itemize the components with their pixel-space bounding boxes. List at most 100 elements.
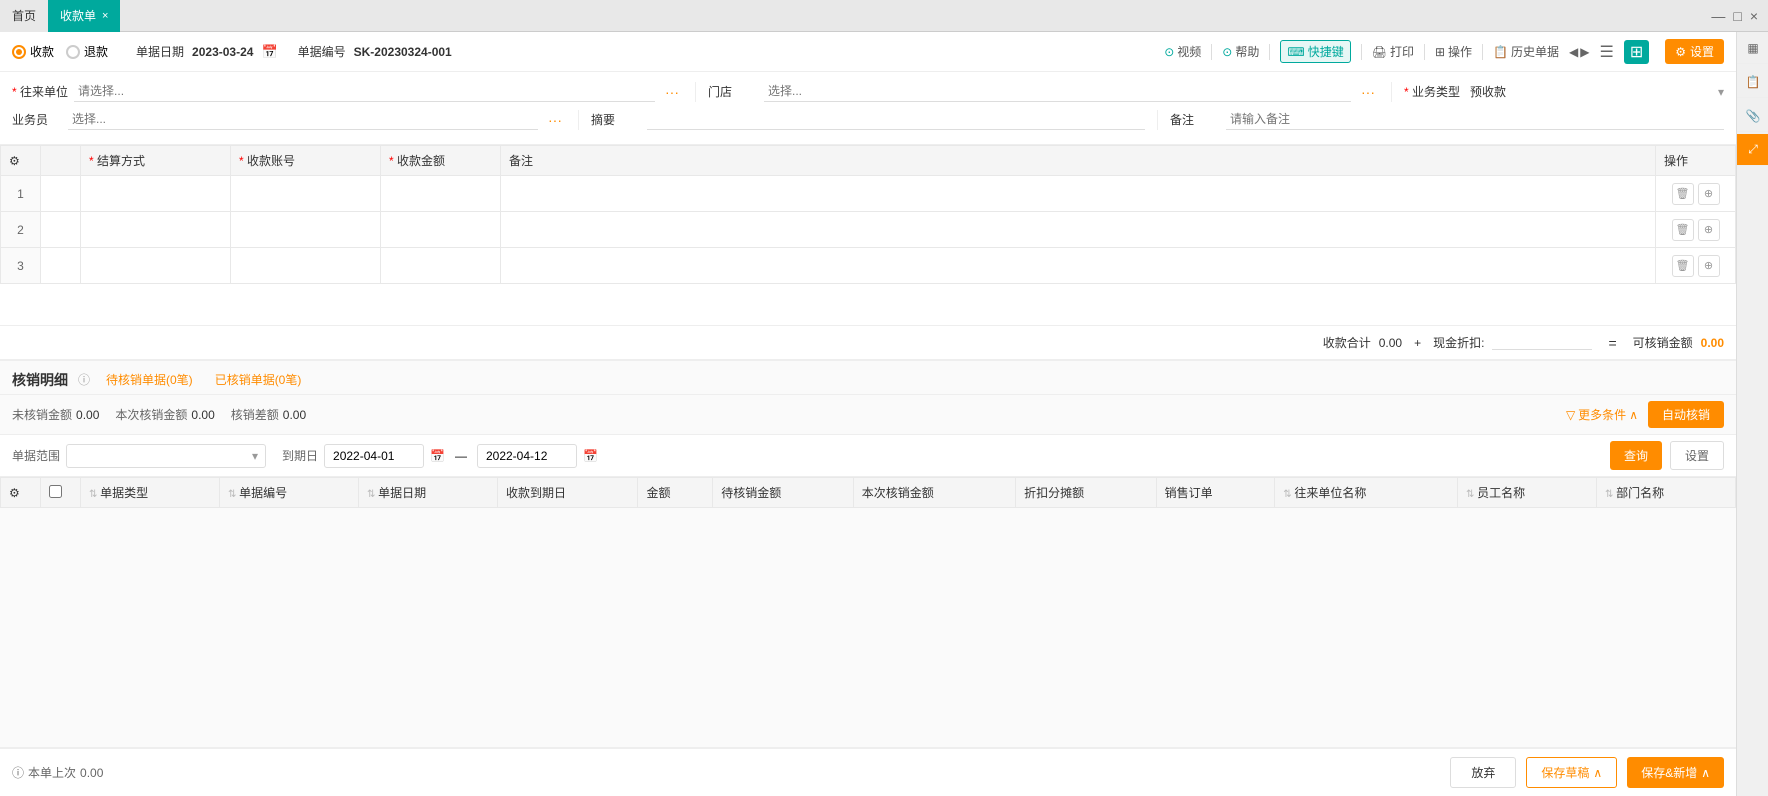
row-3-amount[interactable] [381, 248, 501, 284]
shortcut-btn[interactable]: ⌨ 快捷键 [1280, 40, 1350, 63]
layout-list-icon[interactable]: ☰ [1599, 42, 1613, 62]
close-icon[interactable]: × [1750, 8, 1758, 24]
calendar-from-icon[interactable]: 📅 [430, 449, 445, 463]
filter-range-select[interactable] [66, 444, 266, 468]
select-all-checkbox[interactable] [49, 485, 62, 498]
col-current-writeoff-header: 本次核销金额 [853, 478, 1015, 508]
history-btn[interactable]: 📋 历史单据 [1493, 43, 1559, 60]
writeoff-filter-row: 单据范围 到期日 📅 — 📅 查询 设置 [0, 434, 1736, 477]
minimize-icon[interactable]: — [1711, 8, 1725, 24]
sidebar-icon-table[interactable]: ▦ [1737, 32, 1768, 64]
writeoff-tab-pending[interactable]: 待核销单据(0笔) [100, 369, 199, 390]
row-1-spacer [41, 176, 81, 212]
partner-more-icon[interactable]: ··· [661, 84, 683, 100]
col-action-header: 操作 [1656, 146, 1736, 176]
sep1 [695, 82, 696, 102]
row-2-spacer [41, 212, 81, 248]
calendar-to-icon[interactable]: 📅 [583, 449, 598, 463]
tab-home[interactable]: 首页 [0, 0, 48, 32]
filter-date-to[interactable] [477, 444, 577, 468]
col-pending-header: 待核销金额 [713, 478, 853, 508]
tab-close-icon[interactable]: × [102, 10, 108, 22]
stat-unchecked: 未核销金额 0.00 [12, 406, 99, 423]
row-2-settlement[interactable] [81, 212, 231, 248]
staff-more-icon[interactable]: ··· [544, 112, 566, 128]
date-picker-icon[interactable]: 📅 [261, 44, 277, 60]
abandon-btn[interactable]: 放弃 [1450, 757, 1516, 788]
col-checkbox-header [41, 478, 81, 508]
tab-receipt[interactable]: 收款单 × [48, 0, 120, 32]
remark-input[interactable] [1226, 109, 1724, 130]
row-2-account[interactable] [231, 212, 381, 248]
more-conditions-btn[interactable]: ▽ 更多条件 ∧ [1566, 406, 1638, 423]
row-3-spacer [41, 248, 81, 284]
row-3-remark[interactable] [501, 248, 1656, 284]
row-2-copy-icon[interactable]: ⊕ [1698, 219, 1720, 241]
footer-info-icon[interactable]: ⓘ [12, 764, 24, 781]
partner-field: 往来单位 ··· [12, 81, 683, 102]
help-btn[interactable]: ⊙ 帮助 [1222, 43, 1259, 60]
row-2-remark[interactable] [501, 212, 1656, 248]
tab-bar: 首页 收款单 × — □ × [0, 0, 1768, 32]
row-2-amount[interactable] [381, 212, 501, 248]
summary-input[interactable] [647, 109, 1145, 130]
top-toolbar: 收款 退款 单据日期 2023-03-24 📅 单据编号 SK-20230324… [0, 32, 1736, 72]
filter-date-field: 到期日 📅 — 📅 [282, 444, 598, 468]
prev-arrow[interactable]: ◀ [1569, 45, 1578, 59]
row-1-copy-icon[interactable]: ⊕ [1698, 183, 1720, 205]
layout-grid-icon[interactable]: ⊞ [1624, 40, 1649, 64]
radio-receipt[interactable]: 收款 [12, 43, 54, 60]
sidebar-icon-doc[interactable]: 📋 [1737, 66, 1768, 98]
shop-input[interactable] [764, 81, 1351, 102]
divider4 [1424, 44, 1425, 60]
auto-writeoff-btn[interactable]: 自动核销 [1648, 401, 1724, 428]
stat-diff: 核销差额 0.00 [231, 406, 306, 423]
settings-button[interactable]: ⚙ 设置 [1665, 39, 1724, 64]
divider3 [1361, 44, 1362, 60]
next-arrow[interactable]: ▶ [1580, 45, 1589, 59]
row-1-settlement[interactable] [81, 176, 231, 212]
row-3-settlement[interactable] [81, 248, 231, 284]
query-btn[interactable]: 查询 [1610, 441, 1662, 470]
sidebar-icon-attach[interactable]: 📎 [1737, 100, 1768, 132]
document-icon: 📋 [1746, 75, 1761, 89]
discount-input[interactable] [1492, 335, 1592, 350]
summary-field: 摘要 [591, 109, 1145, 130]
video-btn[interactable]: ⊙ 视频 [1164, 43, 1201, 60]
operation-btn[interactable]: ⊞ 操作 [1435, 43, 1472, 60]
col-amount-header: 金额 [638, 478, 713, 508]
staff-input[interactable] [68, 109, 538, 130]
writeoff-info-icon[interactable]: ⓘ [78, 371, 90, 388]
writeoff-tab-done[interactable]: 已核销单据(0笔) [209, 369, 308, 390]
sidebar-icon-expand[interactable]: ⤢ [1737, 134, 1768, 166]
staff-field: 业务员 ··· [12, 109, 566, 130]
print-btn[interactable]: 🖨 打印 [1372, 43, 1414, 60]
row-2-delete-icon[interactable]: 🗑 [1672, 219, 1694, 241]
col-discount-header: 折扣分摊额 [1016, 478, 1156, 508]
row-3-account[interactable] [231, 248, 381, 284]
col-remark-header: 备注 [501, 146, 1656, 176]
maximize-icon[interactable]: □ [1733, 8, 1741, 24]
row-num-2: 2 [1, 212, 41, 248]
sep3 [578, 110, 579, 130]
save-new-chevron-icon: ∧ [1701, 766, 1710, 780]
stat-current: 本次核销金额 0.00 [115, 406, 214, 423]
row-1-delete-icon[interactable]: 🗑 [1672, 183, 1694, 205]
filter-date-from[interactable] [324, 444, 424, 468]
writeoff-settings-btn[interactable]: 设置 [1670, 441, 1724, 470]
col-settings-icon[interactable]: ⚙ [9, 486, 20, 500]
partner-input[interactable] [74, 81, 655, 102]
row-1-amount[interactable] [381, 176, 501, 212]
row-3-delete-icon[interactable]: 🗑 [1672, 255, 1694, 277]
expand-icon: ⤢ [1748, 142, 1758, 157]
row-1-account[interactable] [231, 176, 381, 212]
biz-type-dropdown-icon[interactable]: ▾ [1718, 85, 1724, 99]
radio-refund[interactable]: 退款 [66, 43, 108, 60]
save-new-btn[interactable]: 保存&新增 ∧ [1627, 757, 1724, 788]
writeoff-stats: 未核销金额 0.00 本次核销金额 0.00 核销差额 0.00 ▽ 更多条件 … [0, 395, 1736, 434]
row-3-copy-icon[interactable]: ⊕ [1698, 255, 1720, 277]
col-settings-header[interactable]: ⚙ [1, 146, 41, 176]
save-draft-btn[interactable]: 保存草稿 ∧ [1526, 757, 1617, 788]
shop-more-icon[interactable]: ··· [1357, 84, 1379, 100]
row-1-remark[interactable] [501, 176, 1656, 212]
